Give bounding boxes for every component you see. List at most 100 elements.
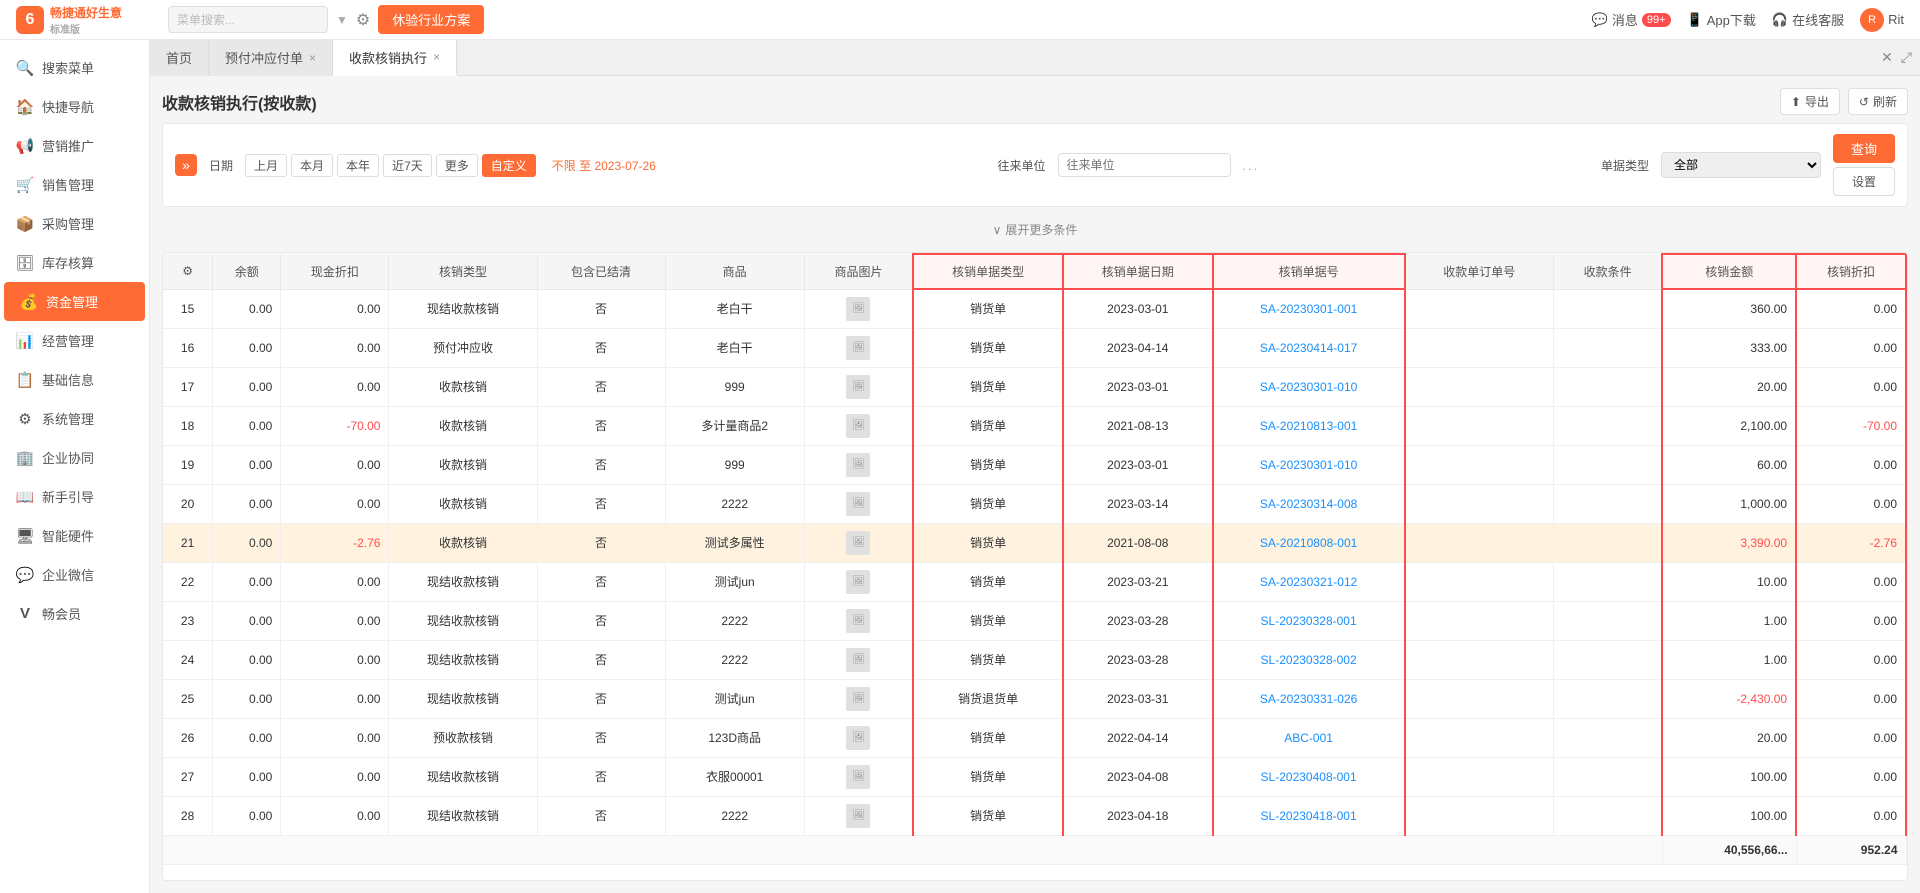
doc-no-link[interactable]: SL-20230328-002: [1261, 653, 1357, 667]
filter-toggle-button[interactable]: »: [175, 154, 197, 176]
row-included: 否: [537, 796, 665, 835]
sidebar-item-inventory[interactable]: 🗄 库存核算: [0, 243, 149, 282]
settings-gear-icon[interactable]: ⚙: [356, 10, 370, 30]
sidebar-label-quicknav: 快捷导航: [42, 97, 94, 116]
doc-no-link[interactable]: SA-20230321-012: [1260, 575, 1357, 589]
table-footer: 40,556,66... 952.24: [163, 835, 1906, 864]
user-avatar[interactable]: R Rit: [1860, 8, 1904, 32]
export-button[interactable]: ⬆ 导出: [1780, 88, 1840, 115]
partner-input[interactable]: [1058, 153, 1231, 177]
row-receipt-no: [1405, 289, 1554, 328]
th-doc-date: 核销单据日期: [1063, 254, 1213, 289]
row-included: 否: [537, 367, 665, 406]
row-amount: 100.00: [1662, 796, 1796, 835]
more-date-button[interactable]: 更多: [436, 154, 478, 177]
row-product: 2222: [665, 601, 804, 640]
date-range-display: 不限 至 2023-07-26: [548, 157, 656, 174]
doc-no-link[interactable]: SA-20230414-017: [1260, 341, 1357, 355]
sidebar-item-search[interactable]: 🔍 搜索菜单: [0, 48, 149, 87]
doc-no-link[interactable]: SA-20230314-008: [1260, 497, 1357, 511]
this-year-button[interactable]: 本年: [337, 154, 379, 177]
refresh-button[interactable]: ↺ 刷新: [1848, 88, 1908, 115]
doc-no-link[interactable]: SA-20230331-026: [1260, 692, 1357, 706]
sidebar-item-marketing[interactable]: 📢 营销推广: [0, 126, 149, 165]
tab-receipt-label: 收款核销执行: [349, 48, 427, 67]
row-discount: 0.00: [1796, 679, 1906, 718]
doc-no-link[interactable]: SA-20210808-001: [1260, 536, 1357, 550]
row-amount: 1.00: [1662, 601, 1796, 640]
this-month-button[interactable]: 本月: [291, 154, 333, 177]
doc-no-link[interactable]: SL-20230418-001: [1261, 809, 1357, 823]
row-product-img: 🖼: [804, 367, 913, 406]
row-product: 2222: [665, 640, 804, 679]
doc-no-link[interactable]: SL-20230408-001: [1261, 770, 1357, 784]
tab-prepay-close[interactable]: ×: [309, 51, 316, 65]
sidebar-label-basic: 基础信息: [42, 370, 94, 389]
sidebar-item-ops[interactable]: 📊 经营管理: [0, 321, 149, 360]
row-balance: 0.00: [213, 406, 281, 445]
sidebar-item-finance[interactable]: 💰 资金管理: [4, 282, 145, 321]
row-doc-date: 2021-08-13: [1063, 406, 1213, 445]
row-verify-type: 预收款核销: [389, 718, 537, 757]
sidebar-item-wechat[interactable]: 💬 企业微信: [0, 555, 149, 594]
online-service[interactable]: 🎧 在线客服: [1772, 10, 1844, 29]
filter-setting-button[interactable]: 设置: [1833, 167, 1895, 196]
row-receipt-no: [1405, 523, 1554, 562]
row-doc-type: 销货单: [913, 328, 1063, 367]
voucher-type-select[interactable]: 全部: [1661, 152, 1821, 178]
row-included: 否: [537, 757, 665, 796]
tab-home[interactable]: 首页: [150, 40, 209, 76]
row-product-img: 🖼: [804, 523, 913, 562]
page-header: 收款核销执行(按收款) ⬆ 导出 ↺ 刷新: [162, 88, 1908, 115]
sidebar-item-hardware[interactable]: 🖥 智能硬件: [0, 516, 149, 555]
footer-amount-total: 40,556,66...: [1662, 835, 1796, 864]
sidebar-item-guide[interactable]: 📖 新手引导: [0, 477, 149, 516]
row-doc-no: SL-20230418-001: [1213, 796, 1405, 835]
page-content: 收款核销执行(按收款) ⬆ 导出 ↺ 刷新 » 日期: [150, 76, 1920, 893]
sidebar-item-sales[interactable]: 🛒 销售管理: [0, 165, 149, 204]
row-doc-type: 销货单: [913, 640, 1063, 679]
doc-no-link[interactable]: SA-20230301-010: [1260, 380, 1357, 394]
doc-no-link[interactable]: SA-20230301-001: [1260, 302, 1357, 316]
doc-no-link[interactable]: ABC-001: [1284, 731, 1333, 745]
restore-tab-button[interactable]: ⤢: [1901, 49, 1912, 66]
wechat-icon: 💬: [16, 566, 34, 584]
tab-receipt[interactable]: 收款核销执行 ×: [333, 40, 457, 76]
doc-no-link[interactable]: SA-20230301-010: [1260, 458, 1357, 472]
last-7-days-button[interactable]: 近7天: [383, 154, 432, 177]
row-doc-date: 2023-03-28: [1063, 640, 1213, 679]
sidebar-item-member[interactable]: V 畅会员: [0, 594, 149, 633]
doc-no-link[interactable]: SL-20230328-001: [1261, 614, 1357, 628]
top-bar-center: 菜单搜索... ▼ ⚙ 休验行业方案: [168, 5, 1580, 34]
app-download[interactable]: 📱 App下载: [1687, 10, 1756, 29]
row-receipt-no: [1405, 757, 1554, 796]
notification-area[interactable]: 💬 消息 99+: [1592, 10, 1671, 29]
row-verify-type: 收款核销: [389, 445, 537, 484]
query-button[interactable]: 查询: [1833, 134, 1895, 163]
row-doc-date: 2023-04-08: [1063, 757, 1213, 796]
sidebar-item-quicknav[interactable]: 🏠 快捷导航: [0, 87, 149, 126]
tab-prepay[interactable]: 预付冲应付单 ×: [209, 40, 333, 76]
row-balance: 0.00: [213, 328, 281, 367]
table-row: 22 0.00 0.00 现结收款核销 否 测试jun 🖼 销货单 2023-0…: [163, 562, 1906, 601]
th-amount: 核销金额: [1662, 254, 1796, 289]
sidebar-item-system[interactable]: ⚙ 系统管理: [0, 399, 149, 438]
table-row: 24 0.00 0.00 现结收款核销 否 2222 🖼 销货单 2023-03…: [163, 640, 1906, 679]
sidebar-item-purchase[interactable]: 📦 采购管理: [0, 204, 149, 243]
row-doc-no: SA-20230321-012: [1213, 562, 1405, 601]
expand-more-conditions[interactable]: ∨ 展开更多条件: [162, 215, 1908, 244]
close-tab-button[interactable]: ✕: [1881, 49, 1893, 66]
sidebar-item-basic[interactable]: 📋 基础信息: [0, 360, 149, 399]
custom-date-button[interactable]: 自定义: [482, 154, 536, 177]
last-month-button[interactable]: 上月: [245, 154, 287, 177]
ops-icon: 📊: [16, 332, 34, 350]
tab-receipt-close[interactable]: ×: [433, 50, 440, 64]
row-verify-type: 收款核销: [389, 523, 537, 562]
industry-solution-button[interactable]: 休验行业方案: [378, 5, 484, 34]
row-balance: 0.00: [213, 679, 281, 718]
sidebar-item-enterprise[interactable]: 🏢 企业协同: [0, 438, 149, 477]
doc-no-link[interactable]: SA-20210813-001: [1260, 419, 1357, 433]
sidebar-label-member: 畅会员: [42, 604, 81, 623]
row-product-img: 🖼: [804, 289, 913, 328]
top-bar: 6 畅捷通好生意 标准版 菜单搜索... ▼ ⚙ 休验行业方案 💬 消息 99+…: [0, 0, 1920, 40]
